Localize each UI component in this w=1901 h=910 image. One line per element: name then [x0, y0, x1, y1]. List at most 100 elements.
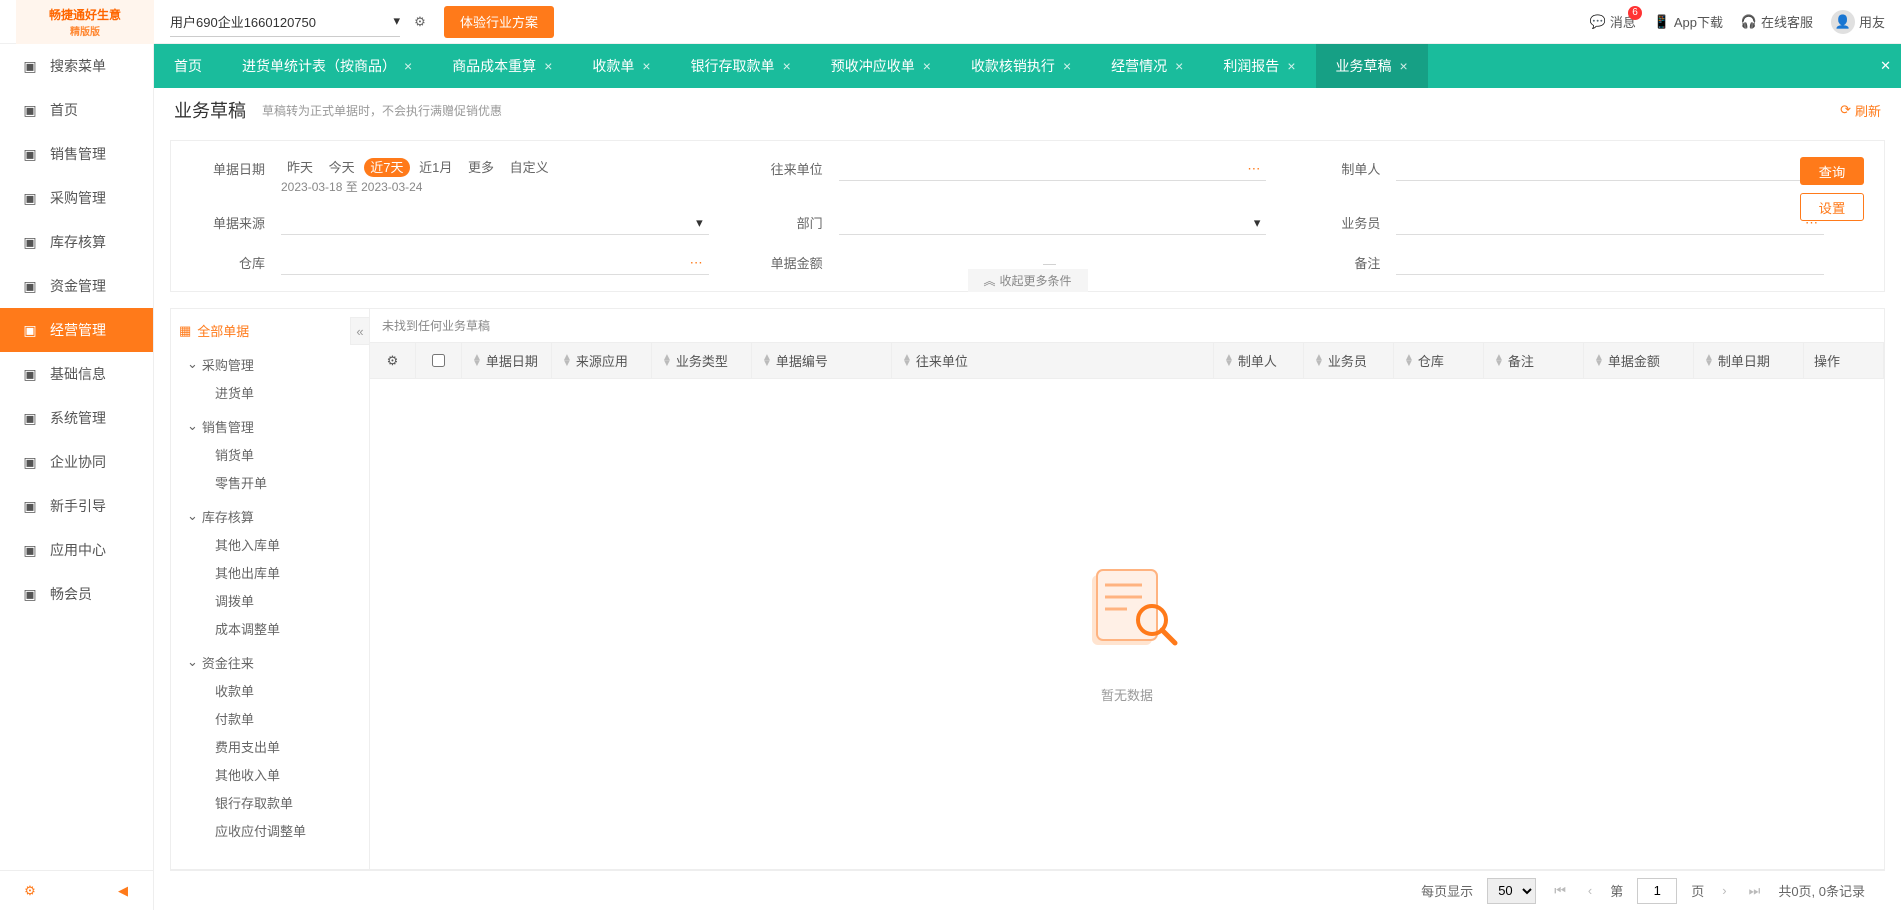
tree-leaf[interactable]: 收款单 — [187, 676, 361, 704]
close-icon[interactable]: × — [923, 58, 931, 74]
date-1month[interactable]: 近1月 — [413, 158, 458, 177]
search-button[interactable]: 查询 — [1800, 157, 1864, 185]
date-more[interactable]: 更多 — [462, 158, 500, 177]
column-header[interactable]: ▲▼仓库 — [1394, 343, 1484, 378]
sidebar-item-guide[interactable]: ▣新手引导 — [0, 484, 153, 528]
column-header[interactable]: ▲▼单据金额 — [1584, 343, 1694, 378]
date-yesterday[interactable]: 昨天 — [281, 158, 319, 177]
messages-link[interactable]: 💬 消息 6 — [1590, 12, 1636, 31]
remark-input[interactable] — [1396, 251, 1824, 275]
page-input[interactable] — [1637, 878, 1677, 904]
tree-leaf[interactable]: 付款单 — [187, 704, 361, 732]
column-header[interactable]: ▲▼来源应用 — [552, 343, 652, 378]
tree-leaf[interactable]: 进货单 — [187, 378, 361, 406]
grid-icon: ▦ — [179, 323, 191, 339]
column-header[interactable]: ▲▼业务类型 — [652, 343, 752, 378]
sidebar-item-app[interactable]: ▣应用中心 — [0, 528, 153, 572]
page-next-button[interactable]: › — [1718, 883, 1730, 898]
close-icon[interactable]: × — [404, 58, 412, 74]
gear-icon[interactable]: ⚙ — [22, 883, 38, 899]
maker-input[interactable]: ▾ — [1396, 157, 1824, 181]
column-header[interactable]: ▲▼往来单位 — [892, 343, 1214, 378]
column-header[interactable]: ▲▼业务员 — [1304, 343, 1394, 378]
sidebar-item-coop[interactable]: ▣企业协同 — [0, 440, 153, 484]
partner-input[interactable]: ⋯ — [839, 157, 1267, 181]
tree-leaf[interactable]: 成本调整单 — [187, 614, 361, 642]
date-7days[interactable]: 近7天 — [364, 158, 409, 177]
tab[interactable]: 利润报告× — [1203, 44, 1315, 88]
filter-toggle[interactable]: ︽ 收起更多条件 — [967, 269, 1087, 292]
sidebar-item-sales[interactable]: ▣销售管理 — [0, 132, 153, 176]
refresh-button[interactable]: ⟳ 刷新 — [1840, 101, 1881, 120]
tree-leaf[interactable]: 其他入库单 — [187, 530, 361, 558]
date-today[interactable]: 今天 — [323, 158, 361, 177]
tree-leaf[interactable]: 其他出库单 — [187, 558, 361, 586]
sidebar-item-home[interactable]: ▣首页 — [0, 88, 153, 132]
support-link[interactable]: 🎧 在线客服 — [1741, 12, 1813, 31]
tree-leaf[interactable]: 银行存取款单 — [187, 788, 361, 816]
sidebar-item-search[interactable]: ▣搜索菜单 — [0, 44, 153, 88]
tab[interactable]: 业务草稿× — [1316, 44, 1428, 88]
date-custom[interactable]: 自定义 — [504, 158, 555, 177]
tab[interactable]: 经营情况× — [1091, 44, 1203, 88]
tree-group[interactable]: ⌄库存核算 — [187, 502, 361, 530]
tree-leaf[interactable]: 其他收入单 — [187, 760, 361, 788]
close-icon[interactable]: × — [1400, 58, 1408, 74]
org-selector[interactable]: 用户690企业1660120750 ▾ — [170, 7, 400, 37]
tree-leaf[interactable]: 零售开单 — [187, 468, 361, 496]
sidebar-item-purchase[interactable]: ▣采购管理 — [0, 176, 153, 220]
page-first-button[interactable]: ⏮ — [1550, 883, 1570, 899]
tree-leaf[interactable]: 费用支出单 — [187, 732, 361, 760]
setting-button[interactable]: 设置 — [1800, 193, 1864, 221]
sidebar-item-stock[interactable]: ▣库存核算 — [0, 220, 153, 264]
close-all-tabs-icon[interactable]: ✕ — [1880, 44, 1891, 88]
tab[interactable]: 收款单× — [572, 44, 670, 88]
tree-group[interactable]: ⌄资金往来 — [187, 648, 361, 676]
close-icon[interactable]: × — [1063, 58, 1071, 74]
column-header[interactable]: ▲▼制单人 — [1214, 343, 1304, 378]
tab[interactable]: 预收冲应收单× — [811, 44, 951, 88]
sidebar-item-sys[interactable]: ▣系统管理 — [0, 396, 153, 440]
tree-collapse-button[interactable]: « — [350, 317, 370, 345]
download-link[interactable]: 📱 App下载 — [1654, 12, 1723, 31]
user-menu[interactable]: 👤 用友 — [1831, 10, 1885, 34]
close-icon[interactable]: × — [1287, 58, 1295, 74]
page-last-button[interactable]: ⏭ — [1745, 883, 1765, 899]
tree-leaf[interactable]: 应收应付调整单 — [187, 816, 361, 844]
gear-icon[interactable]: ⚙ — [412, 14, 428, 30]
close-icon[interactable]: × — [642, 58, 650, 74]
column-header[interactable]: ▲▼单据日期 — [462, 343, 552, 378]
close-icon[interactable]: × — [783, 58, 791, 74]
column-header[interactable]: ▲▼备注 — [1484, 343, 1584, 378]
collapse-icon[interactable]: ◀ — [115, 883, 131, 899]
column-header[interactable]: ▲▼制单日期 — [1694, 343, 1804, 378]
dept-input[interactable]: ▾ — [839, 211, 1267, 235]
close-icon[interactable]: × — [1175, 58, 1183, 74]
tab[interactable]: 收款核销执行× — [951, 44, 1091, 88]
sidebar-item-vip[interactable]: ▣畅会员 — [0, 572, 153, 616]
tree-leaf[interactable]: 销货单 — [187, 440, 361, 468]
close-icon[interactable]: × — [544, 58, 552, 74]
warehouse-input[interactable]: ⋯ — [281, 251, 709, 275]
checkbox[interactable] — [432, 354, 445, 367]
tree-group[interactable]: ⌄采购管理 — [187, 350, 361, 378]
tree-leaf[interactable]: 调拨单 — [187, 586, 361, 614]
experience-button[interactable]: 体验行业方案 — [444, 6, 554, 38]
per-page-select[interactable]: 50 — [1487, 878, 1536, 904]
select-all-checkbox[interactable] — [416, 343, 462, 378]
source-input[interactable]: ▾ — [281, 211, 709, 235]
sidebar-item-fund[interactable]: ▣资金管理 — [0, 264, 153, 308]
tab[interactable]: 进货单统计表（按商品）× — [222, 44, 432, 88]
tab[interactable]: 首页 — [154, 44, 222, 88]
sidebar-item-biz[interactable]: ▣经营管理 — [0, 308, 153, 352]
tab[interactable]: 商品成本重算× — [432, 44, 572, 88]
sidebar-item-base[interactable]: ▣基础信息 — [0, 352, 153, 396]
column-header[interactable]: 操作 — [1804, 343, 1884, 378]
tree-title[interactable]: ▦ 全部单据 — [179, 321, 361, 340]
page-prev-button[interactable]: ‹ — [1584, 883, 1596, 898]
sales-input[interactable]: ⋯ — [1396, 211, 1824, 235]
tree-group[interactable]: ⌄销售管理 — [187, 412, 361, 440]
column-settings[interactable]: ⚙ — [370, 343, 416, 378]
tab[interactable]: 银行存取款单× — [671, 44, 811, 88]
column-header[interactable]: ▲▼单据编号 — [752, 343, 892, 378]
